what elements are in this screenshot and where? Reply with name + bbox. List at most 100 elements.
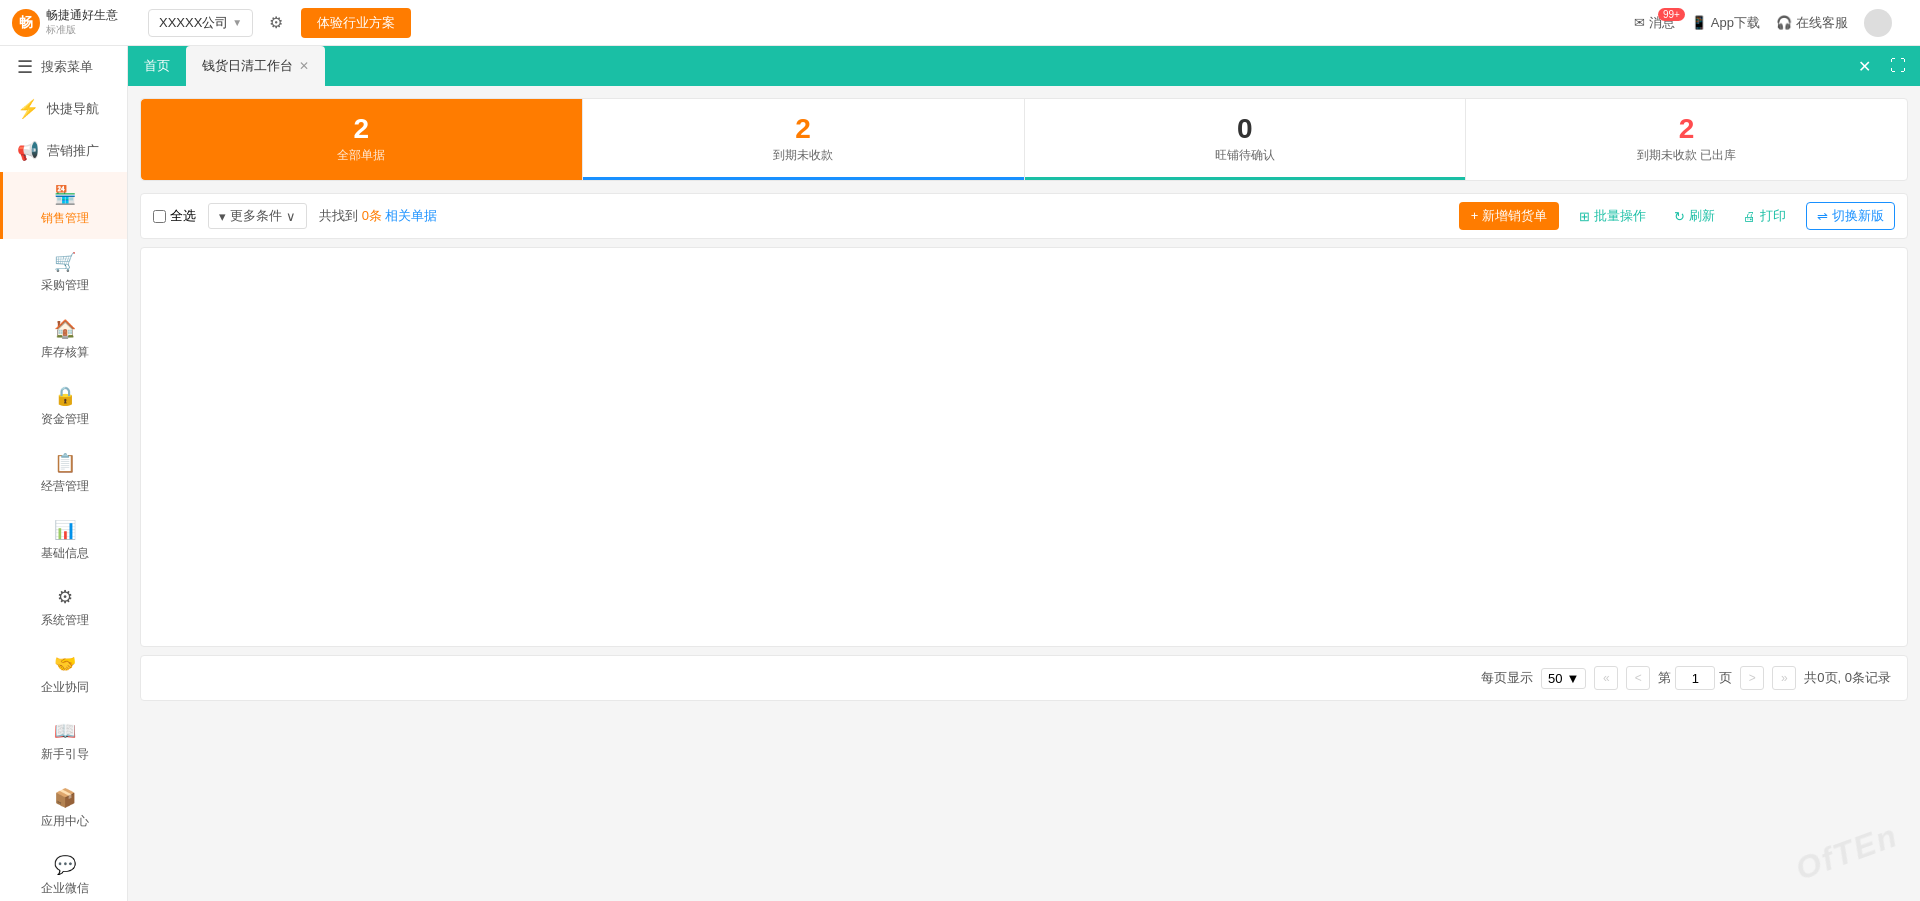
tab-home[interactable]: 首页 <box>128 46 186 86</box>
table-area <box>140 247 1908 647</box>
finance-icon: 🔒 <box>54 385 76 407</box>
prev-page-icon: < <box>1635 671 1642 685</box>
select-arrow-icon: ▼ <box>1566 671 1579 686</box>
switch-new-version-button[interactable]: ⇌ 切换新版 <box>1806 202 1895 230</box>
header-right: ✉ 消息 99+ 📱 App下载 🎧 在线客服 <box>1634 9 1908 37</box>
guide-icon: 📖 <box>54 720 76 742</box>
sidebar-item-system[interactable]: ⚙ 系统管理 <box>0 574 127 641</box>
select-all-input[interactable] <box>153 210 166 223</box>
refresh-icon: ↻ <box>1674 209 1685 224</box>
switch-icon: ⇌ <box>1817 209 1828 224</box>
lightning-icon: ⚡ <box>17 98 39 120</box>
content-area: 2 全部单据 2 到期未收款 0 旺铺待确认 2 到期未收款 已出库 <box>128 86 1920 901</box>
total-info: 共0页, 0条记录 <box>1804 669 1891 687</box>
stat-card-all[interactable]: 2 全部单据 <box>141 99 583 180</box>
pagination-bar: 每页显示 50 ▼ « < 第 页 > <box>140 655 1908 701</box>
logo-icon: 畅 <box>12 9 40 37</box>
sidebar-item-app-center[interactable]: 📦 应用中心 <box>0 775 127 842</box>
stat-card-overdue[interactable]: 2 到期未收款 <box>583 99 1025 180</box>
stat-number-overdue: 2 <box>607 115 1000 143</box>
experience-button[interactable]: 体验行业方案 <box>301 8 411 38</box>
filter-icon: ▾ <box>219 209 226 224</box>
print-button[interactable]: 🖨 打印 <box>1735 203 1794 229</box>
page-number-input[interactable] <box>1675 666 1715 690</box>
stat-card-overdue-out[interactable]: 2 到期未收款 已出库 <box>1466 99 1907 180</box>
stat-number-wangpu: 0 <box>1049 115 1442 143</box>
last-page-button[interactable]: » <box>1772 666 1796 690</box>
batch-icon: ⊞ <box>1579 209 1590 224</box>
stat-card-wangpu[interactable]: 0 旺铺待确认 <box>1025 99 1467 180</box>
logo-name: 畅捷通好生意 <box>46 8 118 24</box>
company-selector[interactable]: XXXXX公司 ▼ <box>148 9 253 37</box>
sidebar-item-marketing[interactable]: 📢 营销推广 <box>0 130 127 172</box>
expand-icon: ⛶ <box>1890 57 1906 75</box>
tab-cashwork[interactable]: 钱货日清工作台 ✕ <box>186 46 325 86</box>
next-page-button[interactable]: > <box>1740 666 1764 690</box>
menu-icon: ☰ <box>17 56 33 78</box>
purchase-icon: 🛒 <box>54 251 76 273</box>
print-icon: 🖨 <box>1743 209 1756 224</box>
logo-area: 畅 畅捷通好生意 标准版 <box>12 8 140 38</box>
message-button[interactable]: ✉ 消息 99+ <box>1634 14 1675 32</box>
message-icon: ✉ <box>1634 15 1645 30</box>
avatar[interactable] <box>1864 9 1892 37</box>
refresh-button[interactable]: ↻ 刷新 <box>1666 203 1723 229</box>
settings-button[interactable]: ⚙ <box>261 8 291 38</box>
app-layout: ☰ 搜索菜单 ⚡ 快捷导航 📢 营销推广 🏪 销售管理 🛒 采购管理 🏠 库存核… <box>0 0 1920 901</box>
stats-row: 2 全部单据 2 到期未收款 0 旺铺待确认 2 到期未收款 已出库 <box>140 98 1908 181</box>
sidebar-item-inventory[interactable]: 🏠 库存核算 <box>0 306 127 373</box>
filter-button[interactable]: ▾ 更多条件 ∨ <box>208 203 307 229</box>
system-icon: ⚙ <box>57 586 73 608</box>
stat-number-all: 2 <box>165 115 558 143</box>
sidebar-item-guide[interactable]: 📖 新手引导 <box>0 708 127 775</box>
sidebar-item-quick-nav[interactable]: ⚡ 快捷导航 <box>0 88 127 130</box>
next-page-icon: > <box>1749 671 1756 685</box>
wechat-icon: 💬 <box>54 854 76 876</box>
sidebar: ☰ 搜索菜单 ⚡ 快捷导航 📢 营销推广 🏪 销售管理 🛒 采购管理 🏠 库存核… <box>0 46 128 901</box>
sidebar-item-basic-info[interactable]: 📊 基础信息 <box>0 507 127 574</box>
headset-icon: 🎧 <box>1776 15 1792 30</box>
per-page-select[interactable]: 50 ▼ <box>1541 668 1586 689</box>
online-service-button[interactable]: 🎧 在线客服 <box>1776 14 1848 32</box>
tab-close-all-button[interactable]: ✕ <box>1850 52 1878 80</box>
stat-number-overdue-out: 2 <box>1490 115 1883 143</box>
sidebar-item-cooperation[interactable]: 🤝 企业协同 <box>0 641 127 708</box>
tab-expand-button[interactable]: ⛶ <box>1884 52 1912 80</box>
found-count: 0条 <box>362 208 382 223</box>
sales-icon: 🏪 <box>54 184 76 206</box>
company-dropdown-icon: ▼ <box>232 17 242 28</box>
tab-bar-actions: ✕ ⛶ <box>1850 52 1920 80</box>
batch-operation-button[interactable]: ⊞ 批量操作 <box>1571 203 1654 229</box>
last-page-icon: » <box>1781 671 1788 685</box>
page-info: 第 页 <box>1658 666 1732 690</box>
select-all-checkbox[interactable]: 全选 <box>153 207 196 225</box>
tab-bar: 首页 钱货日清工作台 ✕ ✕ ⛶ <box>128 46 1920 86</box>
tab-close-icon[interactable]: ✕ <box>299 59 309 73</box>
first-page-button[interactable]: « <box>1594 666 1618 690</box>
stat-label-overdue-out: 到期未收款 已出库 <box>1490 147 1883 164</box>
settings-icon: ⚙ <box>269 13 283 32</box>
per-page-label: 每页显示 <box>1481 669 1533 687</box>
toolbar-left: 全选 ▾ 更多条件 ∨ 共找到 0条 相关单据 <box>153 203 1447 229</box>
sidebar-item-operations[interactable]: 📋 经营管理 <box>0 440 127 507</box>
phone-icon: 📱 <box>1691 15 1707 30</box>
add-sales-button[interactable]: + 新增销货单 <box>1459 202 1559 230</box>
app-download-button[interactable]: 📱 App下载 <box>1691 14 1760 32</box>
sidebar-item-search-menu[interactable]: ☰ 搜索菜单 <box>0 46 127 88</box>
sidebar-item-finance[interactable]: 🔒 资金管理 <box>0 373 127 440</box>
sidebar-item-purchase[interactable]: 🛒 采购管理 <box>0 239 127 306</box>
sidebar-item-sales[interactable]: 🏪 销售管理 <box>0 172 127 239</box>
inventory-icon: 🏠 <box>54 318 76 340</box>
stat-underline-overdue <box>583 177 1024 180</box>
prev-page-button[interactable]: < <box>1626 666 1650 690</box>
app-center-icon: 📦 <box>54 787 76 809</box>
top-header: 畅 畅捷通好生意 标准版 XXXXX公司 ▼ ⚙ 体验行业方案 ✉ 消息 99+… <box>0 0 1920 46</box>
marketing-icon: 📢 <box>17 140 39 162</box>
message-badge: 99+ <box>1658 8 1685 21</box>
found-text: 共找到 0条 相关单据 <box>319 207 437 225</box>
sidebar-item-wechat[interactable]: 💬 企业微信 <box>0 842 127 901</box>
basic-info-icon: 📊 <box>54 519 76 541</box>
company-name: XXXXX公司 <box>159 14 228 32</box>
logo-sub: 标准版 <box>46 23 118 37</box>
stat-label-all: 全部单据 <box>165 147 558 164</box>
